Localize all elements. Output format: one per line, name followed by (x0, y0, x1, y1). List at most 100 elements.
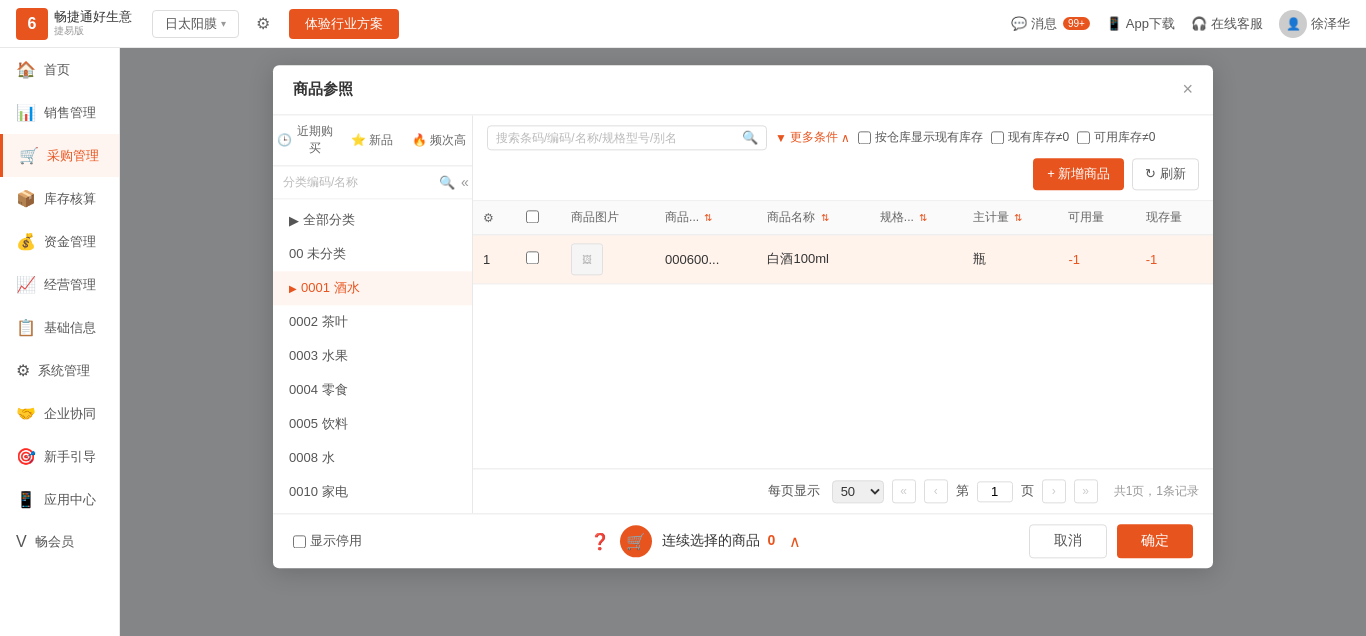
category-tabs: 🕒 近期购买 ⭐ 新品 🔥 频次高 (273, 115, 472, 166)
cat-appliances[interactable]: 0010 家电 (273, 475, 472, 509)
product-panel: 🔍 ▼ 更多条件 ∧ 按仓库显示现有库存 现有库存≠0 (473, 115, 1213, 513)
gear-button[interactable]: ⚙ (247, 8, 279, 40)
phone-icon: 📱 (1106, 16, 1122, 31)
prev-page-button[interactable]: ‹ (924, 479, 948, 503)
category-search-input[interactable] (283, 175, 433, 189)
settings-icon[interactable]: ⚙ (483, 211, 494, 225)
sidebar-item-inventory[interactable]: 📦 库存核算 (0, 177, 119, 220)
product-search-input[interactable] (496, 131, 738, 145)
cat-tea[interactable]: 0002 茶叶 (273, 305, 472, 339)
page-suffix: 页 (1021, 482, 1034, 500)
system-icon: ⚙ (16, 361, 30, 380)
sidebar-item-appcenter[interactable]: 📱 应用中心 (0, 478, 119, 521)
col-available: 可用量 (1058, 201, 1135, 235)
col-spec[interactable]: 规格... ⇅ (870, 201, 963, 235)
col-unit[interactable]: 主计量 ⇅ (963, 201, 1059, 235)
cat-fruit[interactable]: 0003 水果 (273, 339, 472, 373)
sidebar-item-member[interactable]: V 畅会员 (0, 521, 119, 563)
sidebar-item-enterprise[interactable]: 🤝 企业协同 (0, 392, 119, 435)
filter-button[interactable]: ▼ 更多条件 ∧ (775, 129, 850, 146)
show-disabled-checkbox[interactable]: 显示停用 (293, 532, 362, 550)
page-label: 第 (956, 482, 969, 500)
product-table-wrapper: ⚙ 商品图片 商品... ⇅ 商品名称 ⇅ (473, 201, 1213, 468)
refresh-button[interactable]: ↻ 刷新 (1132, 158, 1199, 190)
footer-left: 显示停用 (293, 532, 362, 550)
home-icon: 🏠 (16, 60, 36, 79)
select-all-checkbox[interactable] (526, 210, 539, 223)
sidebar-item-basic-info[interactable]: 📋 基础信息 (0, 306, 119, 349)
cat-liquor[interactable]: ▶ 0001 酒水 (273, 271, 472, 305)
warehouse-stock-checkbox[interactable]: 按仓库显示现有库存 (858, 129, 983, 146)
row-available: -1 (1058, 235, 1135, 284)
cat-snacks[interactable]: 0004 零食 (273, 373, 472, 407)
help-icon[interactable]: ❓ (590, 532, 610, 551)
col-code[interactable]: 商品... ⇅ (655, 201, 757, 235)
filter-icon: ▼ (775, 131, 787, 145)
sidebar-item-finance[interactable]: 💰 资金管理 (0, 220, 119, 263)
sort-name-icon: ⇅ (821, 212, 829, 223)
table-header-row: ⚙ 商品图片 商品... ⇅ 商品名称 ⇅ (473, 201, 1213, 235)
app-download-nav-item[interactable]: 📱 App下载 (1106, 15, 1175, 33)
logo-text: 畅捷通好生意 (54, 9, 132, 25)
collapse-icon[interactable]: « (461, 174, 469, 190)
sort-spec-icon: ⇅ (919, 212, 927, 223)
confirm-button[interactable]: 确定 (1117, 524, 1193, 558)
footer-collapse-icon[interactable]: ∧ (789, 532, 801, 551)
footer-center: ❓ 🛒 连续选择的商品 0 ∧ (374, 525, 1017, 557)
active-triangle-icon: ▶ (289, 283, 297, 294)
messages-badge: 99+ (1063, 17, 1090, 30)
search-icon[interactable]: 🔍 (742, 130, 758, 145)
info-icon: 📋 (16, 318, 36, 337)
first-page-button[interactable]: « (892, 479, 916, 503)
col-name[interactable]: 商品名称 ⇅ (757, 201, 869, 235)
row-spec (870, 235, 963, 284)
row-name: 白酒100ml (757, 235, 869, 284)
message-icon: 💬 (1011, 16, 1027, 31)
col-stock: 现存量 (1136, 201, 1213, 235)
sidebar-item-sales[interactable]: 📊 销售管理 (0, 91, 119, 134)
frequent-icon: 🔥 (412, 133, 427, 147)
newbie-icon: 🎯 (16, 447, 36, 466)
modal-body: 🕒 近期购买 ⭐ 新品 🔥 频次高 🔍 « (273, 115, 1213, 513)
available-stock-checkbox[interactable]: 可用库存≠0 (1077, 129, 1155, 146)
sidebar-item-purchase[interactable]: 🛒 采购管理 (0, 134, 119, 177)
modal-close-button[interactable]: × (1182, 79, 1193, 100)
cat-all[interactable]: ▶ 全部分类 (273, 203, 472, 237)
last-page-button[interactable]: » (1074, 479, 1098, 503)
member-icon: V (16, 533, 27, 551)
row-unit: 瓶 (963, 235, 1059, 284)
add-product-button[interactable]: + 新增商品 (1033, 158, 1124, 190)
page-number-input[interactable] (977, 481, 1013, 502)
modal-header: 商品参照 × (273, 65, 1213, 115)
sidebar-item-home[interactable]: 🏠 首页 (0, 48, 119, 91)
cat-none[interactable]: 00 未分类 (273, 237, 472, 271)
selected-count-value: 0 (768, 532, 776, 548)
tab-new[interactable]: ⭐ 新品 (339, 115, 405, 165)
headset-icon: 🎧 (1191, 16, 1207, 31)
per-page-label: 每页显示 (768, 482, 820, 500)
messages-nav-item[interactable]: 💬 消息 99+ (1011, 15, 1090, 33)
tab-frequent[interactable]: 🔥 频次高 (406, 115, 472, 165)
product-modal: 商品参照 × 🕒 近期购买 ⭐ 新品 🔥 频次高 (273, 65, 1213, 568)
image-placeholder-icon: 🖼 (582, 254, 592, 265)
cta-button[interactable]: 体验行业方案 (289, 9, 399, 39)
customer-service-nav-item[interactable]: 🎧 在线客服 (1191, 15, 1263, 33)
left-sidebar: 🏠 首页 📊 销售管理 🛒 采购管理 📦 库存核算 💰 资金管理 📈 经营管理 … (0, 48, 120, 636)
cart-icon[interactable]: 🛒 (620, 525, 652, 557)
row-checkbox (516, 235, 562, 284)
per-page-select[interactable]: 50 10 20 100 (832, 480, 884, 503)
sidebar-item-system[interactable]: ⚙ 系统管理 (0, 349, 119, 392)
current-stock-checkbox[interactable]: 现有库存≠0 (991, 129, 1069, 146)
tab-recent[interactable]: 🕒 近期购买 (273, 115, 339, 165)
row-num: 1 (473, 235, 516, 284)
sort-code-icon: ⇅ (704, 212, 712, 223)
table-row[interactable]: 1 🖼 000600... 白酒100ml 瓶 (473, 235, 1213, 284)
user-nav-item[interactable]: 👤 徐泽华 (1279, 10, 1350, 38)
cancel-button[interactable]: 取消 (1029, 524, 1107, 558)
cat-beverages[interactable]: 0005 饮料 (273, 407, 472, 441)
store-selector[interactable]: 日太阳膜 ▾ (152, 10, 239, 38)
sidebar-item-newbie[interactable]: 🎯 新手引导 (0, 435, 119, 478)
cat-water[interactable]: 0008 水 (273, 441, 472, 475)
next-page-button[interactable]: › (1042, 479, 1066, 503)
sidebar-item-operations[interactable]: 📈 经营管理 (0, 263, 119, 306)
